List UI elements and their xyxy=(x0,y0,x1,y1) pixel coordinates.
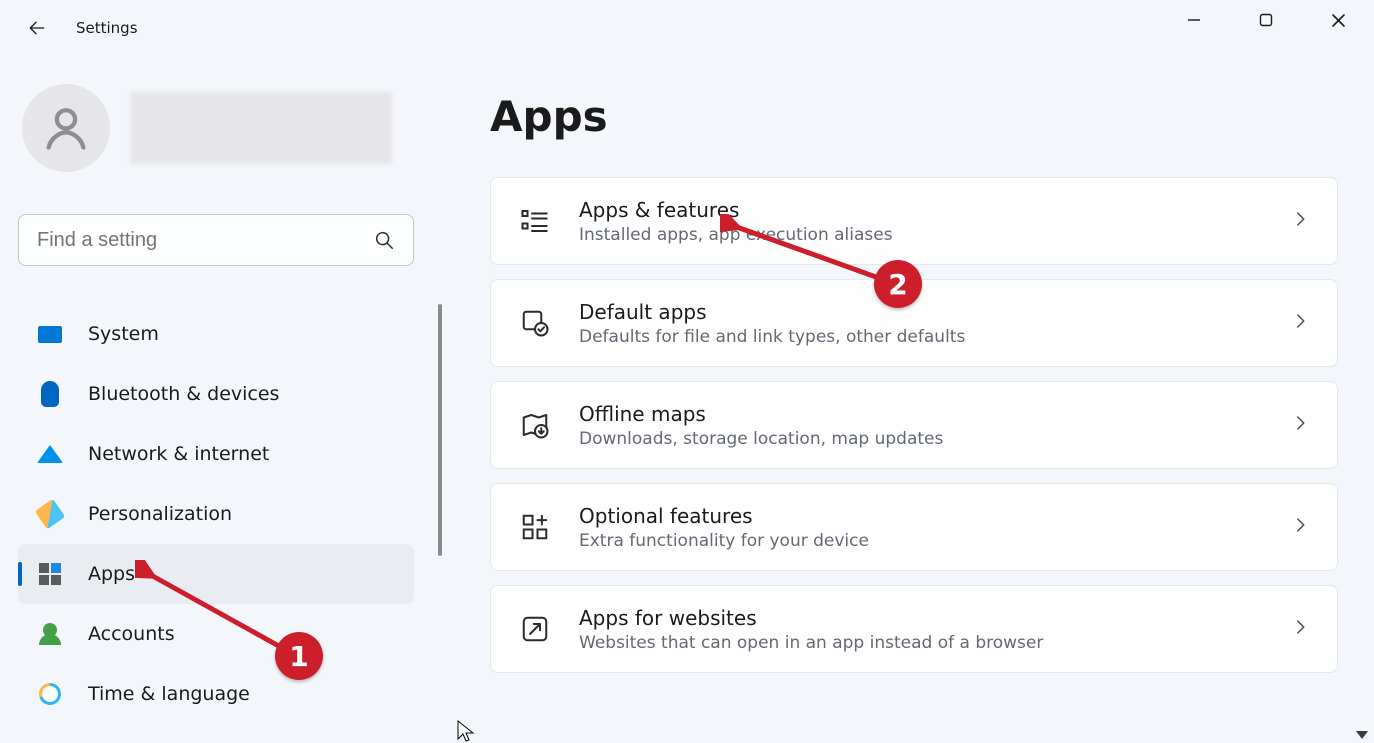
maximize-button[interactable] xyxy=(1230,0,1302,40)
scroll-down-icon[interactable] xyxy=(1356,731,1368,739)
card-desc: Defaults for file and link types, other … xyxy=(579,327,1291,347)
titlebar: Settings xyxy=(0,0,1374,56)
sidebar-item-system[interactable]: System xyxy=(18,304,414,364)
window-title: Settings xyxy=(76,19,138,37)
chevron-right-icon xyxy=(1291,414,1309,436)
chevron-right-icon xyxy=(1291,516,1309,538)
clock-globe-icon xyxy=(36,680,64,708)
back-arrow-icon xyxy=(27,18,47,38)
nav: System Bluetooth & devices Network & int… xyxy=(18,304,440,724)
list-icon xyxy=(517,203,553,239)
nav-scrollbar[interactable] xyxy=(438,304,442,556)
card-title: Optional features xyxy=(579,504,1291,529)
system-icon xyxy=(36,320,64,348)
sidebar-item-label: Apps xyxy=(88,563,135,585)
brush-icon xyxy=(36,500,64,528)
card-desc: Extra functionality for your device xyxy=(579,531,1291,551)
card-apps-features[interactable]: Apps & features Installed apps, app exec… xyxy=(490,177,1338,265)
card-title: Offline maps xyxy=(579,402,1291,427)
user-name-redacted xyxy=(130,92,392,164)
sidebar-item-bluetooth[interactable]: Bluetooth & devices xyxy=(18,364,414,424)
annotation-badge-2: 2 xyxy=(874,260,922,308)
search-icon xyxy=(373,229,395,251)
minimize-icon xyxy=(1187,13,1201,27)
maximize-icon xyxy=(1259,13,1273,27)
apps-icon xyxy=(36,560,64,588)
card-desc: Websites that can open in an app instead… xyxy=(579,633,1291,653)
close-button[interactable] xyxy=(1302,0,1374,40)
search-input[interactable] xyxy=(37,229,373,252)
sidebar-item-time[interactable]: Time & language xyxy=(18,664,414,724)
sidebar-item-label: Time & language xyxy=(88,683,250,705)
card-title: Apps for websites xyxy=(579,606,1291,631)
sidebar-item-label: Bluetooth & devices xyxy=(88,383,279,405)
minimize-button[interactable] xyxy=(1158,0,1230,40)
card-desc: Installed apps, app execution aliases xyxy=(579,225,1291,245)
card-desc: Downloads, storage location, map updates xyxy=(579,429,1291,449)
sidebar-item-personalization[interactable]: Personalization xyxy=(18,484,414,544)
card-apps-for-websites[interactable]: Apps for websites Websites that can open… xyxy=(490,585,1338,673)
sidebar-item-network[interactable]: Network & internet xyxy=(18,424,414,484)
bluetooth-icon xyxy=(36,380,64,408)
annotation-badge-1: 1 xyxy=(275,632,323,680)
main: Apps Apps & features Installed apps, app… xyxy=(446,56,1374,743)
user-icon xyxy=(40,102,92,154)
annotation-badge-1-text: 1 xyxy=(289,640,308,673)
avatar xyxy=(22,84,110,172)
window-controls xyxy=(1158,0,1374,40)
sidebar-item-label: Network & internet xyxy=(88,443,269,465)
wifi-icon xyxy=(36,440,64,468)
search-box[interactable] xyxy=(18,214,414,266)
sidebar-item-accounts[interactable]: Accounts xyxy=(18,604,414,664)
card-title: Apps & features xyxy=(579,198,1291,223)
default-apps-icon xyxy=(517,305,553,341)
accounts-icon xyxy=(36,620,64,648)
annotation-badge-2-text: 2 xyxy=(888,268,907,301)
sidebar: System Bluetooth & devices Network & int… xyxy=(0,56,446,743)
close-icon xyxy=(1331,13,1346,28)
chevron-right-icon xyxy=(1291,618,1309,640)
back-button[interactable] xyxy=(22,13,52,43)
page-title: Apps xyxy=(490,92,1338,141)
user-block[interactable] xyxy=(18,84,440,172)
chevron-right-icon xyxy=(1291,210,1309,232)
card-title: Default apps xyxy=(579,300,1291,325)
chevron-right-icon xyxy=(1291,312,1309,334)
sidebar-item-apps[interactable]: Apps xyxy=(18,544,414,604)
card-optional-features[interactable]: Optional features Extra functionality fo… xyxy=(490,483,1338,571)
grid-plus-icon xyxy=(517,509,553,545)
sidebar-item-label: Personalization xyxy=(88,503,232,525)
sidebar-item-label: System xyxy=(88,323,159,345)
card-offline-maps[interactable]: Offline maps Downloads, storage location… xyxy=(490,381,1338,469)
mouse-cursor-icon xyxy=(456,719,476,743)
open-link-icon xyxy=(517,611,553,647)
sidebar-item-label: Accounts xyxy=(88,623,175,645)
map-icon xyxy=(517,407,553,443)
